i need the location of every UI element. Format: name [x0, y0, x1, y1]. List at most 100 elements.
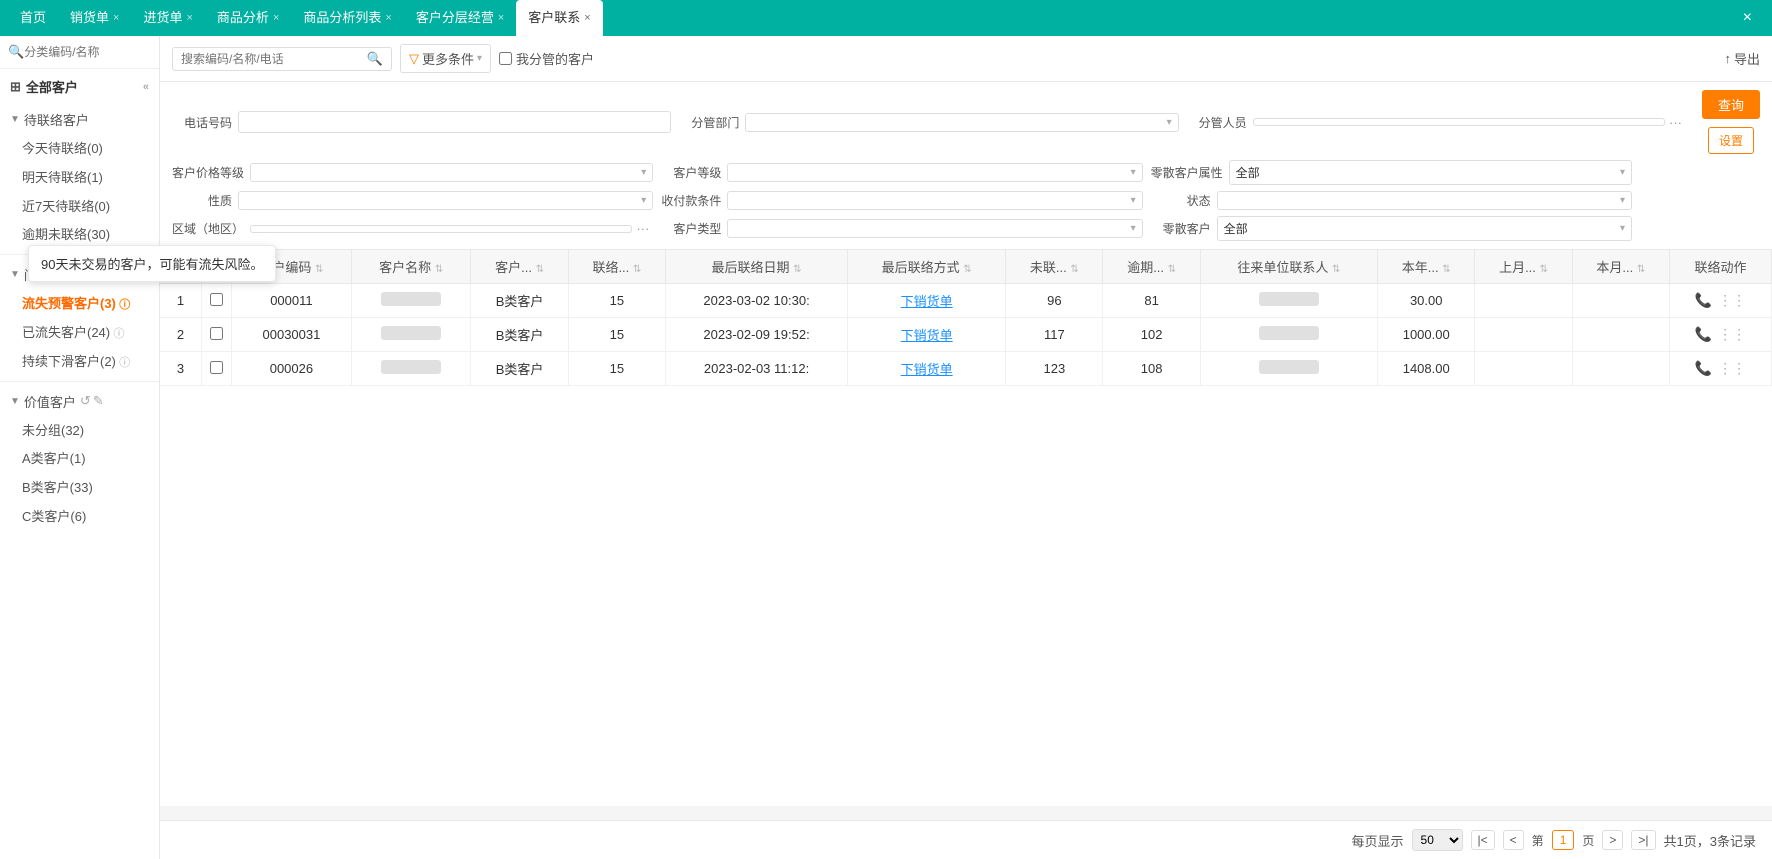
- method-link-2[interactable]: 下销货单: [901, 362, 953, 377]
- sort-contact-icon[interactable]: ⇅: [633, 264, 641, 275]
- row-checkbox-0[interactable]: [210, 293, 223, 306]
- phone-action-icon-2[interactable]: 📞: [1695, 360, 1712, 377]
- close-customer-contact-icon[interactable]: ×: [584, 0, 590, 36]
- person-dots-icon[interactable]: ···: [1665, 115, 1686, 130]
- sparse-customer-select[interactable]: 全部 ▾: [1217, 216, 1632, 241]
- action-icons-1: 📞 ⋮⋮: [1678, 326, 1763, 343]
- td-method-0[interactable]: 下销货单: [848, 284, 1006, 318]
- close-product-analysis-list-icon[interactable]: ×: [385, 0, 391, 36]
- sort-method-icon[interactable]: ⇅: [963, 264, 971, 275]
- sort-last-month-icon[interactable]: ⇅: [1540, 264, 1548, 275]
- sidebar-item-c-class[interactable]: C类客户(6): [0, 503, 159, 532]
- my-customer-checkbox[interactable]: [499, 52, 512, 65]
- nav-sales-order[interactable]: 销货单 ×: [58, 0, 131, 36]
- last-page-button[interactable]: >|: [1631, 830, 1655, 850]
- sparse-attr-select[interactable]: 全部 ▾: [1229, 160, 1632, 185]
- sort-no-contact-icon[interactable]: ⇅: [1070, 264, 1078, 275]
- sort-name-icon[interactable]: ⇅: [435, 264, 443, 275]
- window-close-button[interactable]: ×: [1731, 9, 1764, 27]
- sort-this-month-icon[interactable]: ⇅: [1637, 264, 1645, 275]
- sort-type-icon[interactable]: ⇅: [536, 264, 544, 275]
- method-link-1[interactable]: 下销货单: [901, 328, 953, 343]
- sidebar-item-declining[interactable]: 持续下滑客户(2) ⓘ: [0, 348, 159, 377]
- customer-level-select[interactable]: ▾: [727, 163, 1142, 182]
- td-checkbox-2[interactable]: [202, 352, 232, 386]
- refresh-icon[interactable]: ↺: [80, 393, 91, 409]
- sort-date-icon[interactable]: ⇅: [793, 264, 801, 275]
- sidebar-item-tomorrow[interactable]: 明天待联络(1): [0, 164, 159, 193]
- first-page-button[interactable]: |<: [1471, 830, 1495, 850]
- person-select[interactable]: [1253, 118, 1665, 126]
- my-customer-checkbox-group[interactable]: 我分管的客户: [499, 49, 594, 68]
- nav-product-analysis[interactable]: 商品分析 ×: [205, 0, 291, 36]
- nav-purchase-order[interactable]: 进货单 ×: [131, 0, 204, 36]
- method-link-0[interactable]: 下销货单: [901, 294, 953, 309]
- more-action-icon-2[interactable]: ⋮⋮: [1718, 360, 1746, 377]
- per-page-select[interactable]: 50 100 200: [1412, 829, 1463, 851]
- sidebar-group-pending[interactable]: ▼ 待联络客户: [0, 104, 159, 135]
- edit-icon[interactable]: ✎: [93, 393, 104, 409]
- settings-button[interactable]: 设置: [1708, 127, 1754, 154]
- nav-customer-segment[interactable]: 客户分层经营 ×: [404, 0, 516, 36]
- phone-action-icon-1[interactable]: 📞: [1695, 326, 1712, 343]
- nav-home[interactable]: 首页: [8, 0, 58, 36]
- sidebar-item-churn-warning[interactable]: 流失预警客户(3) ⓘ: [0, 290, 159, 319]
- sidebar-item-churned[interactable]: 已流失客户(24) ⓘ: [0, 319, 159, 348]
- export-button[interactable]: ↑ 导出: [1724, 49, 1760, 68]
- payment-select[interactable]: ▾: [727, 191, 1142, 210]
- phone-action-icon-0[interactable]: 📞: [1695, 292, 1712, 309]
- sidebar-item-a-class[interactable]: A类客户(1): [0, 445, 159, 474]
- search-input[interactable]: [181, 52, 367, 66]
- sort-code-icon[interactable]: ⇅: [315, 264, 323, 275]
- nature-chevron-icon: ▾: [641, 195, 646, 206]
- toolbar-search[interactable]: 🔍: [172, 47, 392, 71]
- status-select[interactable]: ▾: [1217, 191, 1632, 210]
- sort-overdue-icon[interactable]: ⇅: [1168, 264, 1176, 275]
- close-product-analysis-icon[interactable]: ×: [273, 0, 279, 36]
- price-level-select[interactable]: ▾: [250, 163, 653, 182]
- td-checkbox-0[interactable]: [202, 284, 232, 318]
- td-contact-count-1: 15: [568, 318, 665, 352]
- close-purchase-order-icon[interactable]: ×: [186, 0, 192, 36]
- more-filter-button[interactable]: ▽ 更多条件 ▾: [400, 44, 491, 73]
- more-action-icon-0[interactable]: ⋮⋮: [1718, 292, 1746, 309]
- row-checkbox-2[interactable]: [210, 361, 223, 374]
- row-checkbox-1[interactable]: [210, 327, 223, 340]
- prev-page-button[interactable]: <: [1503, 830, 1524, 850]
- collapse-icon: «: [143, 81, 149, 93]
- td-method-1[interactable]: 下销货单: [848, 318, 1006, 352]
- close-customer-segment-icon[interactable]: ×: [498, 0, 504, 36]
- sort-contact-person-icon[interactable]: ⇅: [1332, 264, 1340, 275]
- declining-info-icon: ⓘ: [119, 357, 130, 369]
- nav-product-analysis-list[interactable]: 商品分析列表 ×: [291, 0, 403, 36]
- dept-select[interactable]: ▾: [745, 113, 1178, 132]
- th-last-month: 上月... ⇅: [1475, 250, 1572, 284]
- th-this-month: 本月... ⇅: [1572, 250, 1669, 284]
- sidebar-group-value[interactable]: ▼ 价值客户 ↺ ✎: [0, 386, 159, 417]
- sidebar-item-7days[interactable]: 近7天待联络(0): [0, 193, 159, 222]
- next-page-button[interactable]: >: [1602, 830, 1623, 850]
- td-method-2[interactable]: 下销货单: [848, 352, 1006, 386]
- region-dots-icon[interactable]: ···: [632, 221, 653, 236]
- phone-input[interactable]: [238, 111, 671, 133]
- nature-select[interactable]: ▾: [238, 191, 653, 210]
- sidebar-search-bar[interactable]: 🔍: [0, 36, 159, 69]
- sidebar-item-today[interactable]: 今天待联络(0): [0, 135, 159, 164]
- more-action-icon-1[interactable]: ⋮⋮: [1718, 326, 1746, 343]
- region-select[interactable]: [250, 225, 632, 233]
- sidebar-item-b-class[interactable]: B类客户(33): [0, 474, 159, 503]
- customer-type-select[interactable]: ▾: [727, 219, 1142, 238]
- td-checkbox-1[interactable]: [202, 318, 232, 352]
- th-contact-person-label: 往来单位联系人: [1237, 260, 1328, 275]
- nav-customer-contact[interactable]: 客户联系 ×: [516, 0, 602, 36]
- sort-this-year-icon[interactable]: ⇅: [1442, 264, 1450, 275]
- sidebar-item-ungrouped[interactable]: 未分组(32): [0, 417, 159, 446]
- th-type-label: 客户...: [495, 260, 532, 275]
- td-type-2: B类客户: [471, 352, 568, 386]
- query-button[interactable]: 查询: [1702, 90, 1760, 119]
- search-icon[interactable]: 🔍: [367, 51, 383, 67]
- sidebar-search-input[interactable]: [24, 45, 160, 59]
- sidebar-all-customers[interactable]: ⊞ 全部客户 «: [0, 69, 159, 104]
- close-sales-order-icon[interactable]: ×: [113, 0, 119, 36]
- horizontal-scrollbar[interactable]: [160, 806, 1772, 820]
